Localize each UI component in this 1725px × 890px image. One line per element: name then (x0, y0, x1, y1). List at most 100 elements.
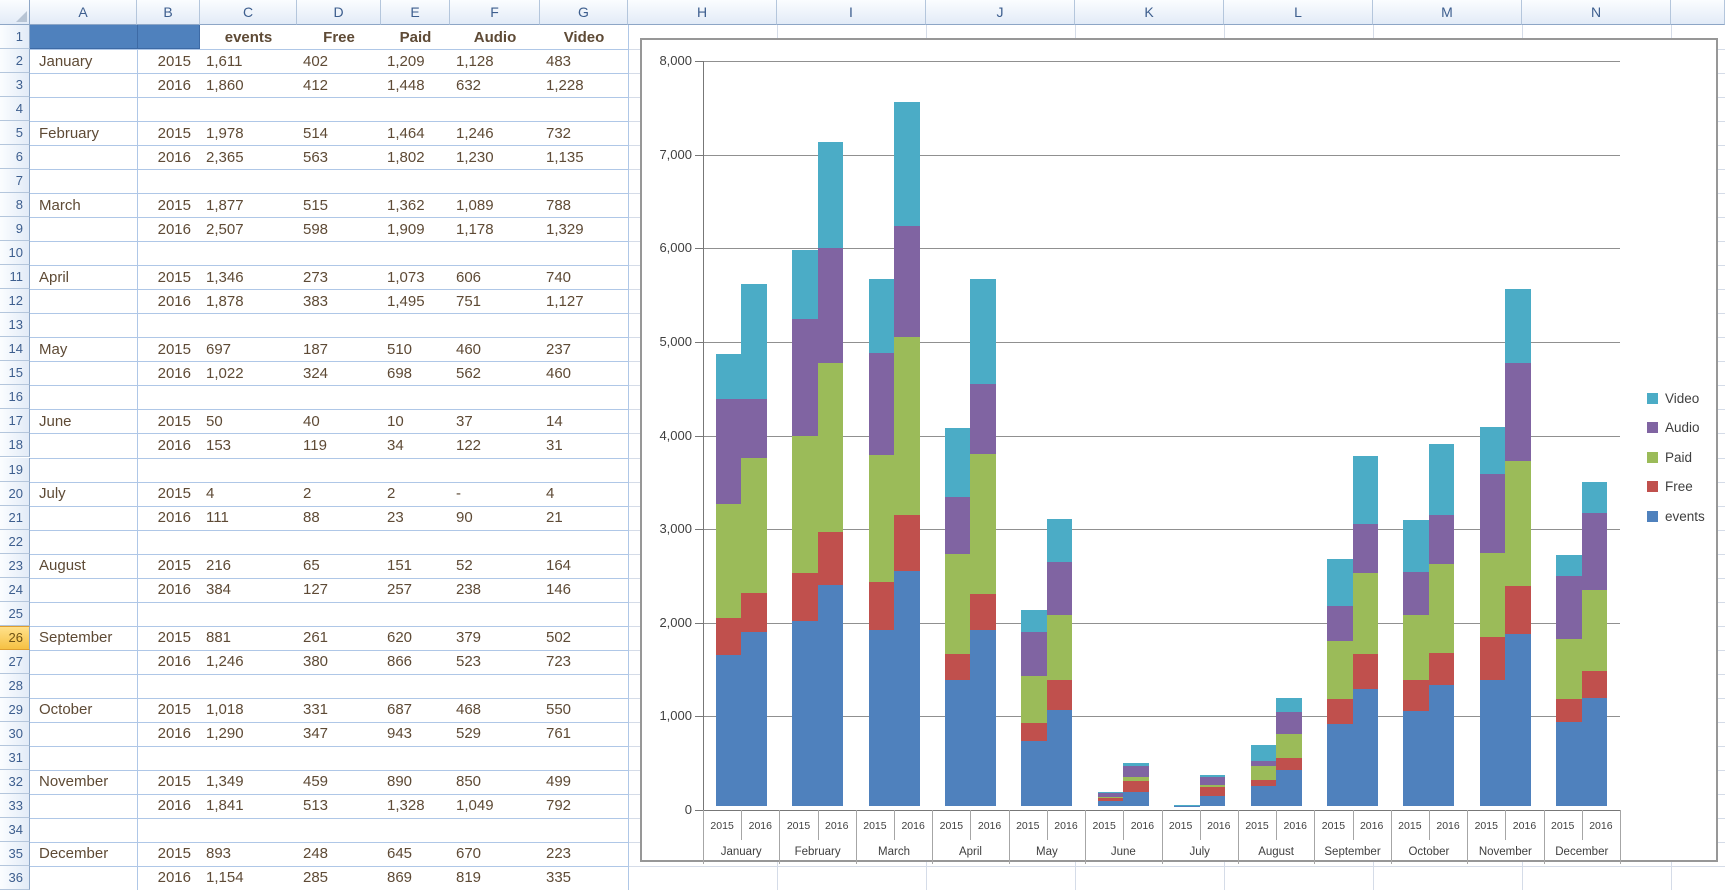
bar-segment-events-September-2015[interactable] (1327, 724, 1353, 806)
bar-segment-events-February-2016[interactable] (818, 585, 844, 806)
cell-value[interactable]: 384 (200, 578, 297, 602)
bar-segment-Audio-April-2016[interactable] (970, 384, 996, 454)
cell-year[interactable]: 2016 (137, 722, 200, 746)
header-cell-Free[interactable]: Free (297, 25, 381, 49)
column-header-J[interactable]: J (926, 0, 1075, 25)
bar-segment-Audio-September-2015[interactable] (1327, 606, 1353, 641)
cell-value[interactable]: 698 (381, 361, 450, 385)
cell-year[interactable]: 2015 (137, 626, 200, 650)
bar-segment-events-February-2015[interactable] (792, 621, 818, 806)
cell-value[interactable]: 1,346 (200, 265, 297, 289)
cell-value[interactable]: 90 (450, 506, 540, 530)
column-header-H[interactable]: H (628, 0, 777, 25)
bar-segment-Video-April-2016[interactable] (970, 279, 996, 385)
bar-segment-events-October-2016[interactable] (1429, 685, 1455, 806)
cell-value[interactable]: 550 (540, 698, 628, 722)
cell-month-April[interactable]: April (30, 265, 137, 289)
cell-value[interactable]: 645 (381, 842, 450, 866)
bar-segment-Video-February-2016[interactable] (818, 142, 844, 248)
cell-year[interactable]: 2016 (137, 217, 200, 241)
bar-segment-Audio-August-2015[interactable] (1251, 761, 1277, 766)
cell-value[interactable]: 460 (540, 361, 628, 385)
cell-value[interactable]: 1,018 (200, 698, 297, 722)
row-header-27[interactable]: 27 (0, 650, 30, 674)
cell-value[interactable]: 483 (540, 49, 628, 73)
cell-year[interactable]: 2015 (137, 554, 200, 578)
bar-segment-Paid-October-2016[interactable] (1429, 564, 1455, 652)
cell-value[interactable]: 1,611 (200, 49, 297, 73)
cell-month-June[interactable]: June (30, 409, 137, 433)
bar-segment-Audio-December-2016[interactable] (1582, 513, 1608, 590)
cell-value[interactable]: 111 (200, 506, 297, 530)
cell-value[interactable]: 510 (381, 337, 450, 361)
bar-segment-events-September-2016[interactable] (1353, 689, 1379, 806)
stacked-bar-chart[interactable]: 01,0002,0003,0004,0005,0006,0007,0008,00… (640, 38, 1718, 862)
cell-value[interactable]: 52 (450, 554, 540, 578)
row-header-1[interactable]: 1 (0, 25, 30, 49)
row-header-33[interactable]: 33 (0, 794, 30, 818)
cell-year[interactable]: 2015 (137, 49, 200, 73)
cell-value[interactable]: 563 (297, 145, 381, 169)
bar-segment-events-May-2016[interactable] (1047, 710, 1073, 806)
cell-year[interactable]: 2015 (137, 265, 200, 289)
bar-segment-Video-May-2016[interactable] (1047, 519, 1073, 562)
bar-segment-Free-September-2016[interactable] (1353, 654, 1379, 690)
bar-segment-events-April-2016[interactable] (970, 630, 996, 806)
bar-segment-Audio-November-2016[interactable] (1505, 363, 1531, 461)
row-header-3[interactable]: 3 (0, 73, 30, 97)
cell-value[interactable]: 1,802 (381, 145, 450, 169)
row-header-17[interactable]: 17 (0, 409, 30, 433)
row-header-20[interactable]: 20 (0, 482, 30, 506)
bar-segment-events-August-2015[interactable] (1251, 786, 1277, 806)
bar-segment-events-November-2015[interactable] (1480, 680, 1506, 806)
column-header-C[interactable]: C (200, 0, 297, 25)
bar-segment-Audio-October-2015[interactable] (1403, 572, 1429, 616)
bar-segment-Free-December-2016[interactable] (1582, 671, 1608, 698)
cell-value[interactable]: 34 (381, 433, 450, 457)
bar-segment-Video-July-2016[interactable] (1200, 775, 1226, 777)
bar-segment-Free-March-2016[interactable] (894, 515, 920, 571)
column-header-G[interactable]: G (540, 0, 628, 25)
cell-value[interactable]: 335 (540, 866, 628, 890)
cell-value[interactable]: 402 (297, 49, 381, 73)
cell-value[interactable]: 687 (381, 698, 450, 722)
cell-value[interactable]: 257 (381, 578, 450, 602)
bar-September-2015[interactable] (1327, 57, 1353, 806)
bar-segment-Audio-November-2015[interactable] (1480, 474, 1506, 554)
bar-segment-Paid-December-2016[interactable] (1582, 590, 1608, 671)
row-header-34[interactable]: 34 (0, 818, 30, 842)
legend-item-Audio[interactable]: Audio (1647, 420, 1700, 436)
bar-segment-Paid-March-2015[interactable] (869, 455, 895, 583)
cell-value[interactable]: 670 (450, 842, 540, 866)
column-header-partial[interactable] (1671, 0, 1725, 25)
header-cell-events[interactable]: events (200, 25, 297, 49)
bar-segment-Paid-January-2015[interactable] (716, 504, 742, 617)
bar-segment-Paid-February-2015[interactable] (792, 436, 818, 573)
bar-segment-Video-October-2015[interactable] (1403, 520, 1429, 571)
row-header-16[interactable]: 16 (0, 385, 30, 409)
cell-value[interactable]: 153 (200, 433, 297, 457)
cell-value[interactable]: 523 (450, 650, 540, 674)
cell-value[interactable]: 1,448 (381, 73, 450, 97)
cell-year[interactable]: 2015 (137, 770, 200, 794)
cell-value[interactable]: 40 (297, 409, 381, 433)
cell-year[interactable]: 2016 (137, 866, 200, 890)
bar-segment-Video-September-2015[interactable] (1327, 559, 1353, 606)
cell-value[interactable]: 598 (297, 217, 381, 241)
cell-value[interactable]: 14 (540, 409, 628, 433)
row-header-25[interactable]: 25 (0, 602, 30, 626)
column-header-K[interactable]: K (1075, 0, 1224, 25)
bar-segment-Video-April-2015[interactable] (945, 428, 971, 497)
legend-item-events[interactable]: events (1647, 508, 1705, 524)
bar-segment-Audio-August-2016[interactable] (1276, 712, 1302, 734)
cell-value[interactable]: 2,365 (200, 145, 297, 169)
cell-month-January[interactable]: January (30, 49, 137, 73)
bar-segment-events-March-2016[interactable] (894, 571, 920, 806)
cell-value[interactable]: 513 (297, 794, 381, 818)
cell-year[interactable]: 2016 (137, 145, 200, 169)
cell-value[interactable]: 248 (297, 842, 381, 866)
bar-segment-Video-March-2016[interactable] (894, 102, 920, 226)
row-header-18[interactable]: 18 (0, 433, 30, 457)
row-header-36[interactable]: 36 (0, 866, 30, 890)
row-header-29[interactable]: 29 (0, 698, 30, 722)
